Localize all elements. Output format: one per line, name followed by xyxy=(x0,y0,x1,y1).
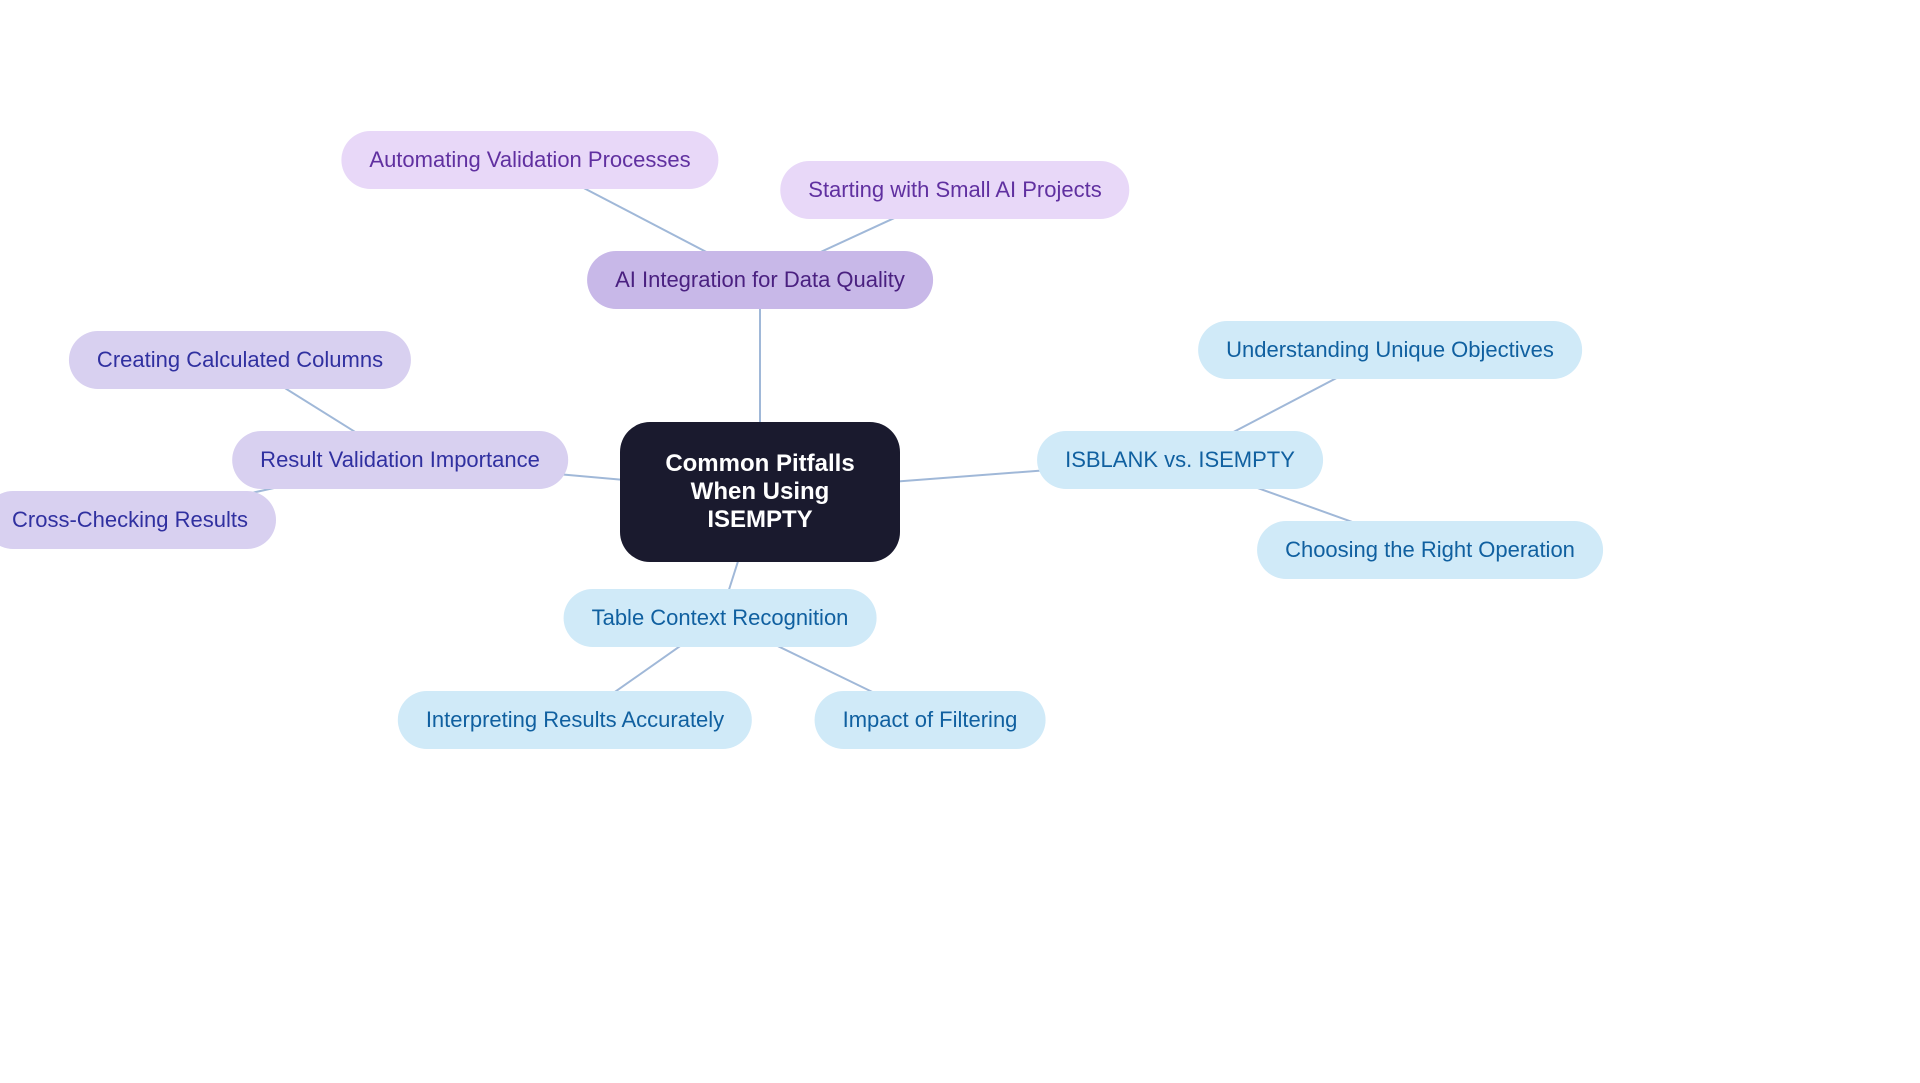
mindmap-node-table-context[interactable]: Table Context Recognition xyxy=(564,589,877,647)
node-label: Result Validation Importance xyxy=(260,447,540,473)
mindmap-node-isblank-isempty[interactable]: ISBLANK vs. ISEMPTY xyxy=(1037,431,1323,489)
node-label: Table Context Recognition xyxy=(592,605,849,631)
mindmap-node-automating-validation[interactable]: Automating Validation Processes xyxy=(341,131,718,189)
mindmap-node-impact-filtering[interactable]: Impact of Filtering xyxy=(815,691,1046,749)
mindmap-node-ai-integration[interactable]: AI Integration for Data Quality xyxy=(587,251,933,309)
mindmap-canvas: Common Pitfalls When Using ISEMPTY AI Int… xyxy=(0,0,1920,1083)
node-label: Interpreting Results Accurately xyxy=(426,707,724,733)
node-label: Creating Calculated Columns xyxy=(97,347,383,373)
node-label: Starting with Small AI Projects xyxy=(808,177,1101,203)
node-label: Common Pitfalls When Using ISEMPTY xyxy=(660,450,860,534)
node-label: AI Integration for Data Quality xyxy=(615,267,905,293)
mindmap-node-understanding-unique[interactable]: Understanding Unique Objectives xyxy=(1198,321,1582,379)
node-label: Automating Validation Processes xyxy=(369,147,690,173)
mindmap-node-choosing-operation[interactable]: Choosing the Right Operation xyxy=(1257,521,1603,579)
mindmap-node-result-validation[interactable]: Result Validation Importance xyxy=(232,431,568,489)
node-label: Cross-Checking Results xyxy=(12,507,248,533)
mindmap-node-starting-small[interactable]: Starting with Small AI Projects xyxy=(780,161,1129,219)
node-label: Choosing the Right Operation xyxy=(1285,537,1575,563)
node-label: Impact of Filtering xyxy=(843,707,1018,733)
mindmap-node-interpreting-results[interactable]: Interpreting Results Accurately xyxy=(398,691,752,749)
node-label: ISBLANK vs. ISEMPTY xyxy=(1065,447,1295,473)
node-label: Understanding Unique Objectives xyxy=(1226,337,1554,363)
mindmap-node-cross-checking[interactable]: Cross-Checking Results xyxy=(0,491,276,549)
mindmap-node-creating-columns[interactable]: Creating Calculated Columns xyxy=(69,331,411,389)
mindmap-node-center[interactable]: Common Pitfalls When Using ISEMPTY xyxy=(620,422,900,562)
